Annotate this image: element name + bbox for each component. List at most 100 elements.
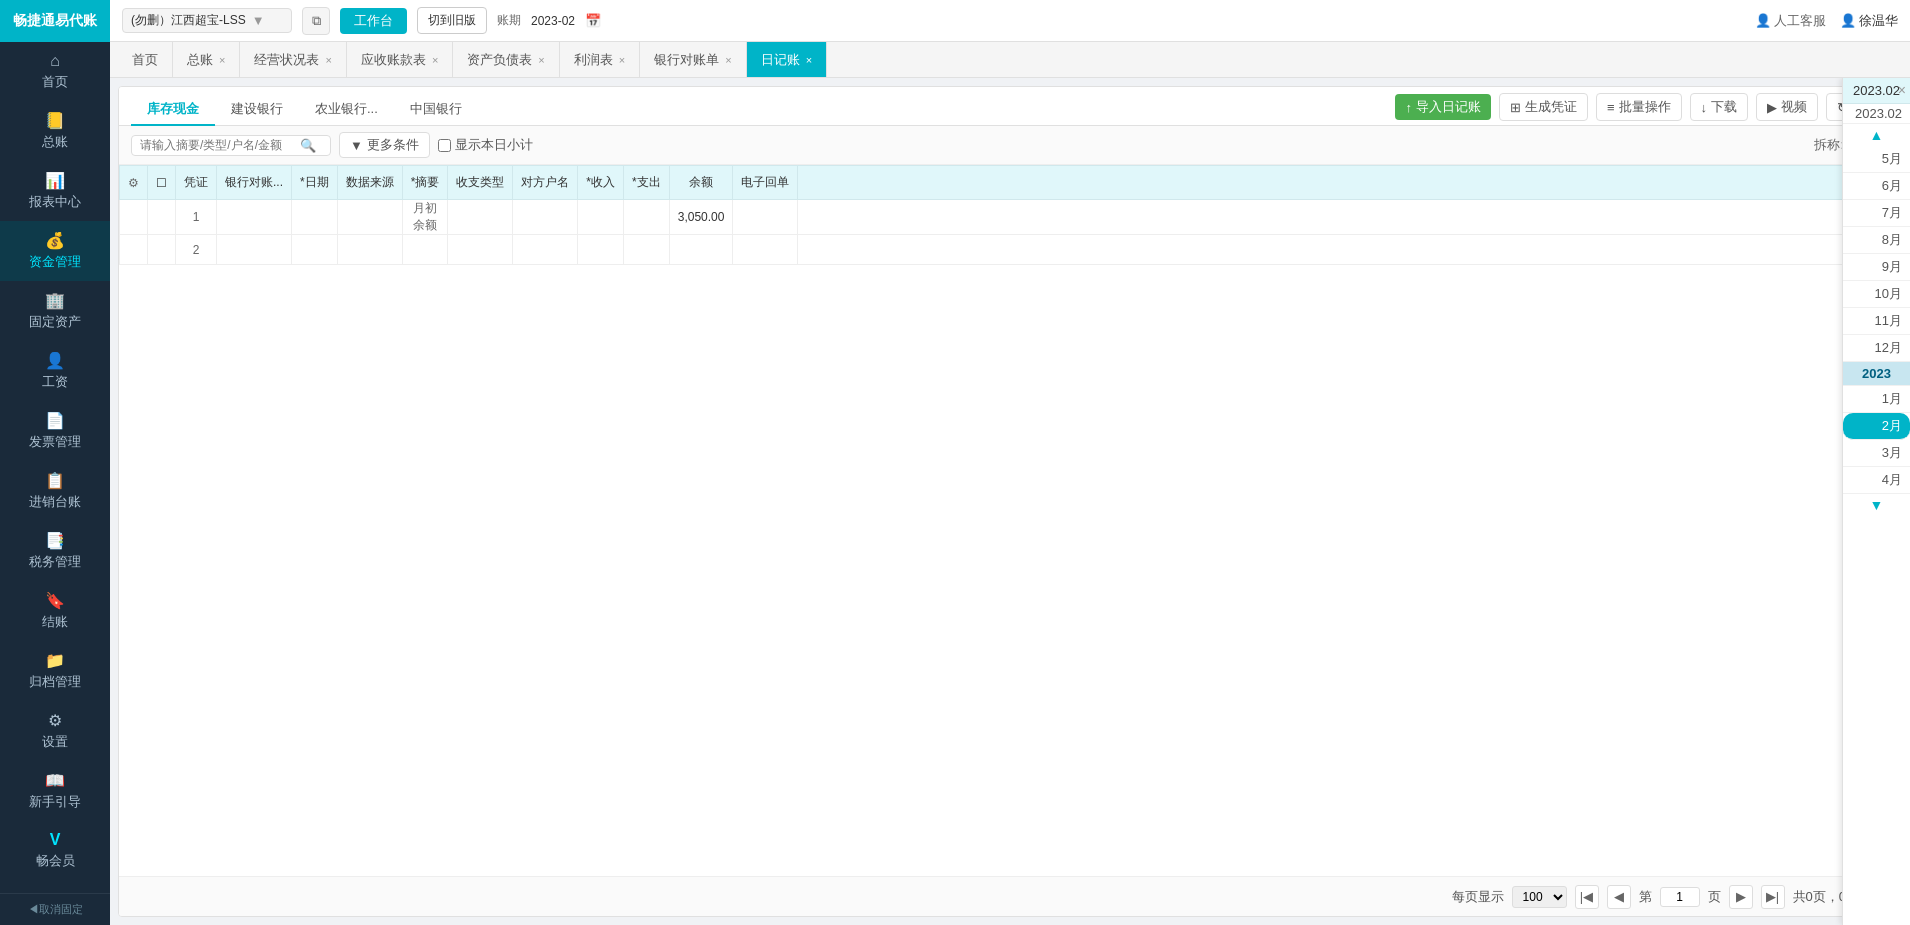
tab-journal-close[interactable]: ×: [806, 54, 812, 66]
datepicker-month-2[interactable]: 2月: [1843, 413, 1910, 440]
footer-bar: 每页显示 100 50 200 |◀ ◀ 第 页 ▶ ▶| 共0页，0条记录: [119, 876, 1901, 916]
sidebar-item-closing[interactable]: 🔖 结账: [0, 581, 110, 641]
sidebar-item-guide[interactable]: 📖 新手引导: [0, 761, 110, 821]
tab-home[interactable]: 首页: [118, 42, 173, 77]
datepicker-scroll-up[interactable]: ▲: [1843, 124, 1910, 146]
col-data-source: 数据来源: [337, 166, 402, 200]
service-label: 人工客服: [1774, 12, 1826, 30]
import-label: 导入日记账: [1416, 98, 1481, 116]
user-profile[interactable]: 👤 徐温华: [1840, 12, 1898, 30]
tab-receivables-close[interactable]: ×: [432, 54, 438, 66]
tab-business-status[interactable]: 经营状况表 ×: [240, 42, 346, 77]
filter-icon: ▼: [350, 138, 363, 153]
datepicker-scroll-down[interactable]: ▼: [1843, 494, 1910, 516]
last-page-button[interactable]: ▶|: [1761, 885, 1785, 909]
row2-summary: [402, 235, 448, 265]
datepicker-month-1[interactable]: 1月: [1843, 386, 1910, 413]
col-settings[interactable]: ⚙: [120, 166, 148, 200]
datepicker-month-12[interactable]: 12月: [1843, 335, 1910, 362]
first-page-button[interactable]: |◀: [1575, 885, 1599, 909]
calendar-icon[interactable]: 📅: [585, 13, 601, 28]
subtab-cash[interactable]: 库存现金: [131, 94, 215, 126]
show-daily-checkbox-label[interactable]: 显示本日小计: [438, 136, 533, 154]
old-version-button[interactable]: 切到旧版: [417, 7, 487, 34]
sidebar-item-tax[interactable]: 📑 税务管理: [0, 521, 110, 581]
datepicker-month-5[interactable]: 5月: [1843, 146, 1910, 173]
video-button[interactable]: ▶ 视频: [1756, 93, 1818, 121]
sidebar-item-finance[interactable]: 💰 资金管理: [0, 221, 110, 281]
sidebar-item-ledger[interactable]: 📒 总账: [0, 101, 110, 161]
copy-icon[interactable]: ⧉: [302, 7, 330, 35]
sidebar-item-settings-label: 设置: [42, 733, 68, 751]
datepicker-month-7[interactable]: 7月: [1843, 200, 1910, 227]
datepicker-month-9[interactable]: 9月: [1843, 254, 1910, 281]
row1-spacer: [798, 200, 1860, 235]
page-input[interactable]: [1660, 887, 1700, 907]
sidebar-item-vip[interactable]: V 畅会员: [0, 821, 110, 880]
per-page-select[interactable]: 100 50 200: [1512, 886, 1567, 908]
row2-balance: [669, 235, 733, 265]
tab-ledger[interactable]: 总账 ×: [173, 42, 240, 77]
show-daily-checkbox[interactable]: [438, 139, 451, 152]
subtab-ccb[interactable]: 建设银行: [215, 94, 299, 126]
subtab-boc[interactable]: 中国银行: [394, 94, 478, 126]
tab-journal[interactable]: 日记账 ×: [747, 42, 827, 77]
customer-service-button[interactable]: 👤 人工客服: [1755, 12, 1826, 30]
more-filter-button[interactable]: ▼ 更多条件: [339, 132, 430, 158]
unpin-sidebar-button[interactable]: ◀取消固定: [0, 893, 110, 925]
archive-icon: 📁: [45, 651, 65, 670]
generate-voucher-button[interactable]: ⊞ 生成凭证: [1499, 93, 1588, 121]
datepicker-month-6[interactable]: 6月: [1843, 173, 1910, 200]
topbar: (勿删）江西超宝-LSS ▼ ⧉ 工作台 切到旧版 账期 2023-02 📅 👤…: [110, 0, 1910, 42]
col-income: *收入: [578, 166, 624, 200]
tab-profit-close[interactable]: ×: [619, 54, 625, 66]
sidebar-item-assets-label: 固定资产: [29, 313, 81, 331]
datepicker-month-11[interactable]: 11月: [1843, 308, 1910, 335]
subtab-abc[interactable]: 农业银行...: [299, 94, 394, 126]
row1-expense: [624, 200, 670, 235]
download-button[interactable]: ↓ 下载: [1690, 93, 1749, 121]
datepicker-month-4[interactable]: 4月: [1843, 467, 1910, 494]
home-icon: ⌂: [50, 52, 60, 70]
row2-settings: [120, 235, 148, 265]
datepicker-month-3[interactable]: 3月: [1843, 440, 1910, 467]
import-journal-button[interactable]: ↑ 导入日记账: [1395, 94, 1491, 120]
sidebar-item-sales[interactable]: 📋 进销台账: [0, 461, 110, 521]
tab-balance-sheet-close[interactable]: ×: [538, 54, 544, 66]
datepicker-month-10[interactable]: 10月: [1843, 281, 1910, 308]
download-label: 下载: [1711, 98, 1737, 116]
next-page-button[interactable]: ▶: [1729, 885, 1753, 909]
close-datepicker-button[interactable]: ×: [1898, 82, 1906, 98]
content-panel: 库存现金 建设银行 农业银行... 中国银行 ↑ 导入日记账: [118, 86, 1902, 917]
sales-icon: 📋: [45, 471, 65, 490]
sidebar-item-settings[interactable]: ⚙ 设置: [0, 701, 110, 761]
search-icon[interactable]: 🔍: [300, 138, 316, 153]
prev-page-button[interactable]: ◀: [1607, 885, 1631, 909]
company-selector[interactable]: (勿删）江西超宝-LSS ▼: [122, 8, 292, 33]
tab-bank-reconcile-close[interactable]: ×: [725, 54, 731, 66]
tab-profit[interactable]: 利润表 ×: [560, 42, 640, 77]
tab-bank-reconcile[interactable]: 银行对账单 ×: [640, 42, 746, 77]
batch-operation-button[interactable]: ≡ 批量操作: [1596, 93, 1682, 121]
sidebar-item-reports[interactable]: 📊 报表中心: [0, 161, 110, 221]
tab-ledger-close[interactable]: ×: [219, 54, 225, 66]
sidebar-item-invoice[interactable]: 📄 发票管理: [0, 401, 110, 461]
col-expense: *支出: [624, 166, 670, 200]
col-balance: 余额: [669, 166, 733, 200]
tab-balance-sheet[interactable]: 资产负债表 ×: [453, 42, 559, 77]
sidebar: 畅捷通易代账 ⌂ 首页 📒 总账 📊 报表中心 💰 资金管理 🏢 固定资产 👤 …: [0, 0, 110, 925]
sidebar-item-archive[interactable]: 📁 归档管理: [0, 641, 110, 701]
datepicker-month-8[interactable]: 8月: [1843, 227, 1910, 254]
col-checkbox[interactable]: ☐: [148, 166, 176, 200]
tab-business-status-close[interactable]: ×: [325, 54, 331, 66]
search-input[interactable]: [140, 138, 300, 152]
tab-receivables[interactable]: 应收账款表 ×: [347, 42, 453, 77]
sidebar-item-archive-label: 归档管理: [29, 673, 81, 691]
sidebar-item-home[interactable]: ⌂ 首页: [0, 42, 110, 101]
per-page-label: 每页显示: [1452, 888, 1504, 906]
sidebar-item-assets[interactable]: 🏢 固定资产: [0, 281, 110, 341]
workbench-button[interactable]: 工作台: [340, 8, 407, 34]
filter-label: 更多条件: [367, 136, 419, 154]
sidebar-item-invoice-label: 发票管理: [29, 433, 81, 451]
sidebar-item-payroll[interactable]: 👤 工资: [0, 341, 110, 401]
